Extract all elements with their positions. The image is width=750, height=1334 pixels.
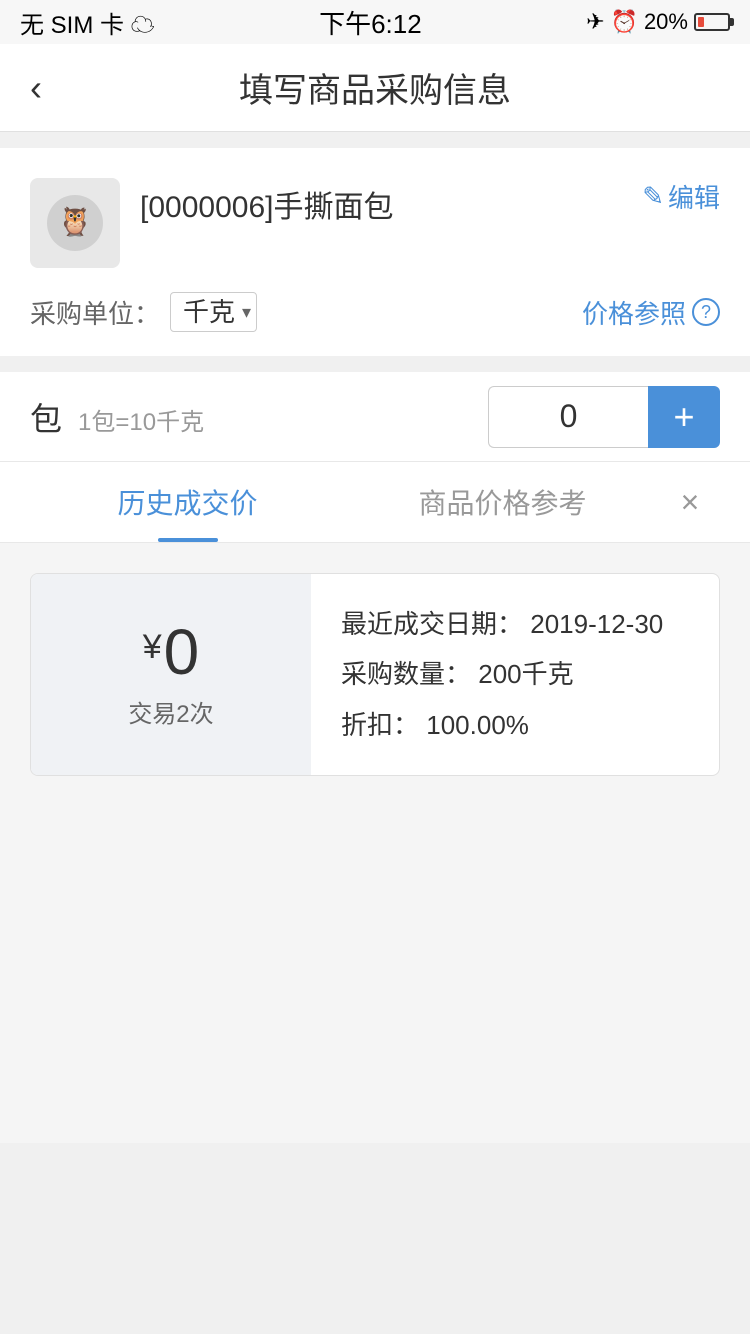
status-time: 下午6:12 [319,4,422,41]
history-price-display: ¥ 0 [143,620,200,684]
price-ref-button[interactable]: 价格参照 ? [582,294,720,331]
purchase-qty-value: 200千克 [478,659,573,689]
help-icon: ? [692,298,720,326]
unit-select[interactable]: 千克 [170,292,257,332]
unit-label: 采购单位： [30,294,160,331]
price-ref-label: 价格参照 [582,294,686,331]
discount-value: 100.00% [426,710,529,740]
trade-count: 交易2次 [128,694,213,729]
product-unit-row: 采购单位： 千克 价格参照 ? [30,292,720,332]
qty-left: 包 1包=10千克 [30,394,204,440]
tab-history-price[interactable]: 历史成交价 [30,462,345,542]
status-left: 无 SIM 卡 ☁ [20,5,155,40]
edit-icon: ✎ [642,181,664,212]
location-icon: ✈ [586,9,604,35]
purchase-qty-label: 采购数量： [341,659,471,689]
back-button[interactable]: ‹ [30,57,52,119]
tab-price-ref-label: 商品价格参考 [418,482,586,522]
history-card: ¥ 0 交易2次 最近成交日期： 2019-12-30 采购数量： 200千克 … [30,573,720,776]
nav-bar: ‹ 填写商品采购信息 [0,44,750,132]
tab-product-price-ref[interactable]: 商品价格参考 [345,462,660,542]
recent-date-value: 2019-12-30 [530,609,663,639]
product-card: 🦉 [0000006]手撕面包 ✎ 编辑 采购单位： 千克 价格参照 ? [0,148,750,356]
history-price-area: ¥ 0 交易2次 [31,574,311,775]
sim-signal: 无 SIM 卡 ☁ [20,5,155,40]
qty-right: 0 + [488,386,720,448]
edit-label: 编辑 [668,178,720,215]
tabs-bar: 历史成交价 商品价格参考 × [0,462,750,543]
recent-date-label: 最近成交日期： [341,609,523,639]
discount-label: 折扣： [341,710,419,740]
qty-plus-button[interactable]: + [648,386,720,448]
product-name: [0000006]手撕面包 [140,182,393,226]
tab-close-button[interactable]: × [660,462,720,542]
unit-select-wrapper[interactable]: 千克 [170,292,257,332]
tab-history-label: 历史成交价 [117,482,257,522]
product-left: 🦉 [0000006]手撕面包 [30,178,393,268]
history-details: 最近成交日期： 2019-12-30 采购数量： 200千克 折扣： 100.0… [311,574,719,775]
edit-button[interactable]: ✎ 编辑 [642,178,720,215]
recent-date-row: 最近成交日期： 2019-12-30 [341,606,689,642]
qty-input[interactable]: 0 [488,386,648,448]
alarm-icon: ⏰ [611,9,638,35]
svg-text:🦉: 🦉 [58,206,93,238]
product-info: [0000006]手撕面包 [140,178,393,226]
quantity-section: 包 1包=10千克 0 + [0,372,750,462]
page-title: 填写商品采购信息 [239,63,511,112]
price-value: 0 [164,620,200,684]
qty-unit-main: 包 [30,394,62,440]
discount-row: 折扣： 100.00% [341,707,689,743]
product-top: 🦉 [0000006]手撕面包 ✎ 编辑 [30,178,720,268]
content-area: ¥ 0 交易2次 最近成交日期： 2019-12-30 采购数量： 200千克 … [0,543,750,1143]
currency-symbol: ¥ [143,628,162,667]
status-bar: 无 SIM 卡 ☁ 下午6:12 ✈ ⏰ 20% [0,0,750,44]
product-image: 🦉 [30,178,120,268]
qty-unit-sub: 1包=10千克 [78,402,204,437]
unit-selector-area: 采购单位： 千克 [30,292,257,332]
status-right: ✈ ⏰ 20% [586,9,730,35]
battery-percent: 20% [644,9,688,35]
purchase-qty-row: 采购数量： 200千克 [341,656,689,692]
product-logo-icon: 🦉 [45,193,105,253]
battery-icon [694,13,730,31]
